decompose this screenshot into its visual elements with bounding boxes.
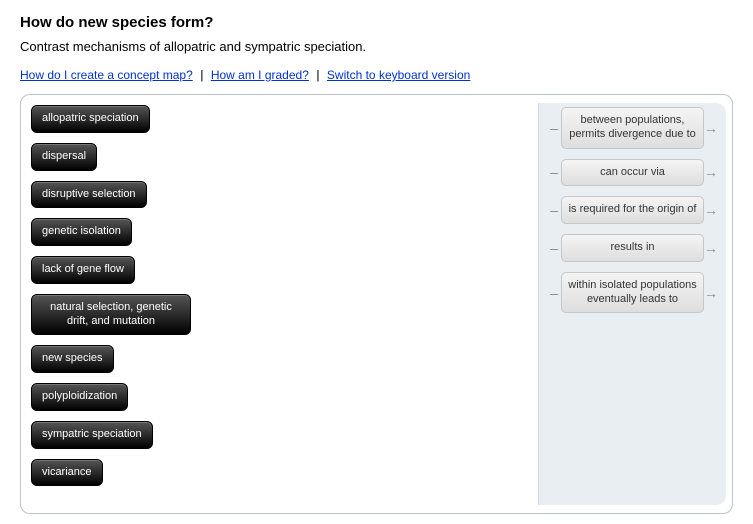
term-tile[interactable]: new species	[31, 345, 114, 373]
link-phrase[interactable]: can occur via	[561, 159, 704, 187]
target-strip: between populations, permits divergence …	[538, 103, 726, 505]
connector-left-icon	[547, 286, 561, 300]
link-phrase[interactable]: between populations, permits divergence …	[561, 107, 704, 149]
help-links-row: How do I create a concept map? | How am …	[20, 68, 733, 82]
link-phrase-column: between populations, permits divergence …	[547, 107, 718, 313]
help-link-graded[interactable]: How am I graded?	[211, 68, 309, 82]
concept-map-canvas[interactable]: between populations, permits divergence …	[20, 94, 733, 514]
connector-right-icon	[704, 286, 718, 300]
link-row: is required for the origin of	[547, 196, 718, 224]
help-link-keyboard[interactable]: Switch to keyboard version	[327, 68, 470, 82]
term-tile[interactable]: dispersal	[31, 143, 97, 171]
link-separator: |	[316, 68, 319, 82]
help-link-create-map[interactable]: How do I create a concept map?	[20, 68, 193, 82]
link-row: can occur via	[547, 159, 718, 187]
term-tile[interactable]: polyploidization	[31, 383, 128, 411]
connector-left-icon	[547, 241, 561, 255]
connector-right-icon	[704, 165, 718, 179]
link-row: results in	[547, 234, 718, 262]
page-title: How do new species form?	[20, 14, 733, 31]
prompt-text: Contrast mechanisms of allopatric and sy…	[20, 39, 733, 54]
connector-left-icon	[547, 165, 561, 179]
connector-right-icon	[704, 121, 718, 135]
term-tile[interactable]: sympatric speciation	[31, 421, 153, 449]
term-tile[interactable]: genetic isolation	[31, 218, 132, 246]
link-phrase[interactable]: is required for the origin of	[561, 196, 704, 224]
connector-left-icon	[547, 121, 561, 135]
link-row: between populations, permits divergence …	[547, 107, 718, 149]
connector-right-icon	[704, 203, 718, 217]
term-tile[interactable]: disruptive selection	[31, 181, 147, 209]
link-separator: |	[200, 68, 203, 82]
term-column: allopatric speciation dispersal disrupti…	[31, 105, 211, 486]
link-phrase[interactable]: results in	[561, 234, 704, 262]
connector-left-icon	[547, 203, 561, 217]
term-tile[interactable]: lack of gene flow	[31, 256, 135, 284]
link-phrase[interactable]: within isolated populations eventually l…	[561, 272, 704, 314]
connector-right-icon	[704, 241, 718, 255]
term-tile[interactable]: natural selection, genetic drift, and mu…	[31, 294, 191, 336]
link-row: within isolated populations eventually l…	[547, 272, 718, 314]
term-tile[interactable]: vicariance	[31, 459, 103, 487]
term-tile[interactable]: allopatric speciation	[31, 105, 150, 133]
